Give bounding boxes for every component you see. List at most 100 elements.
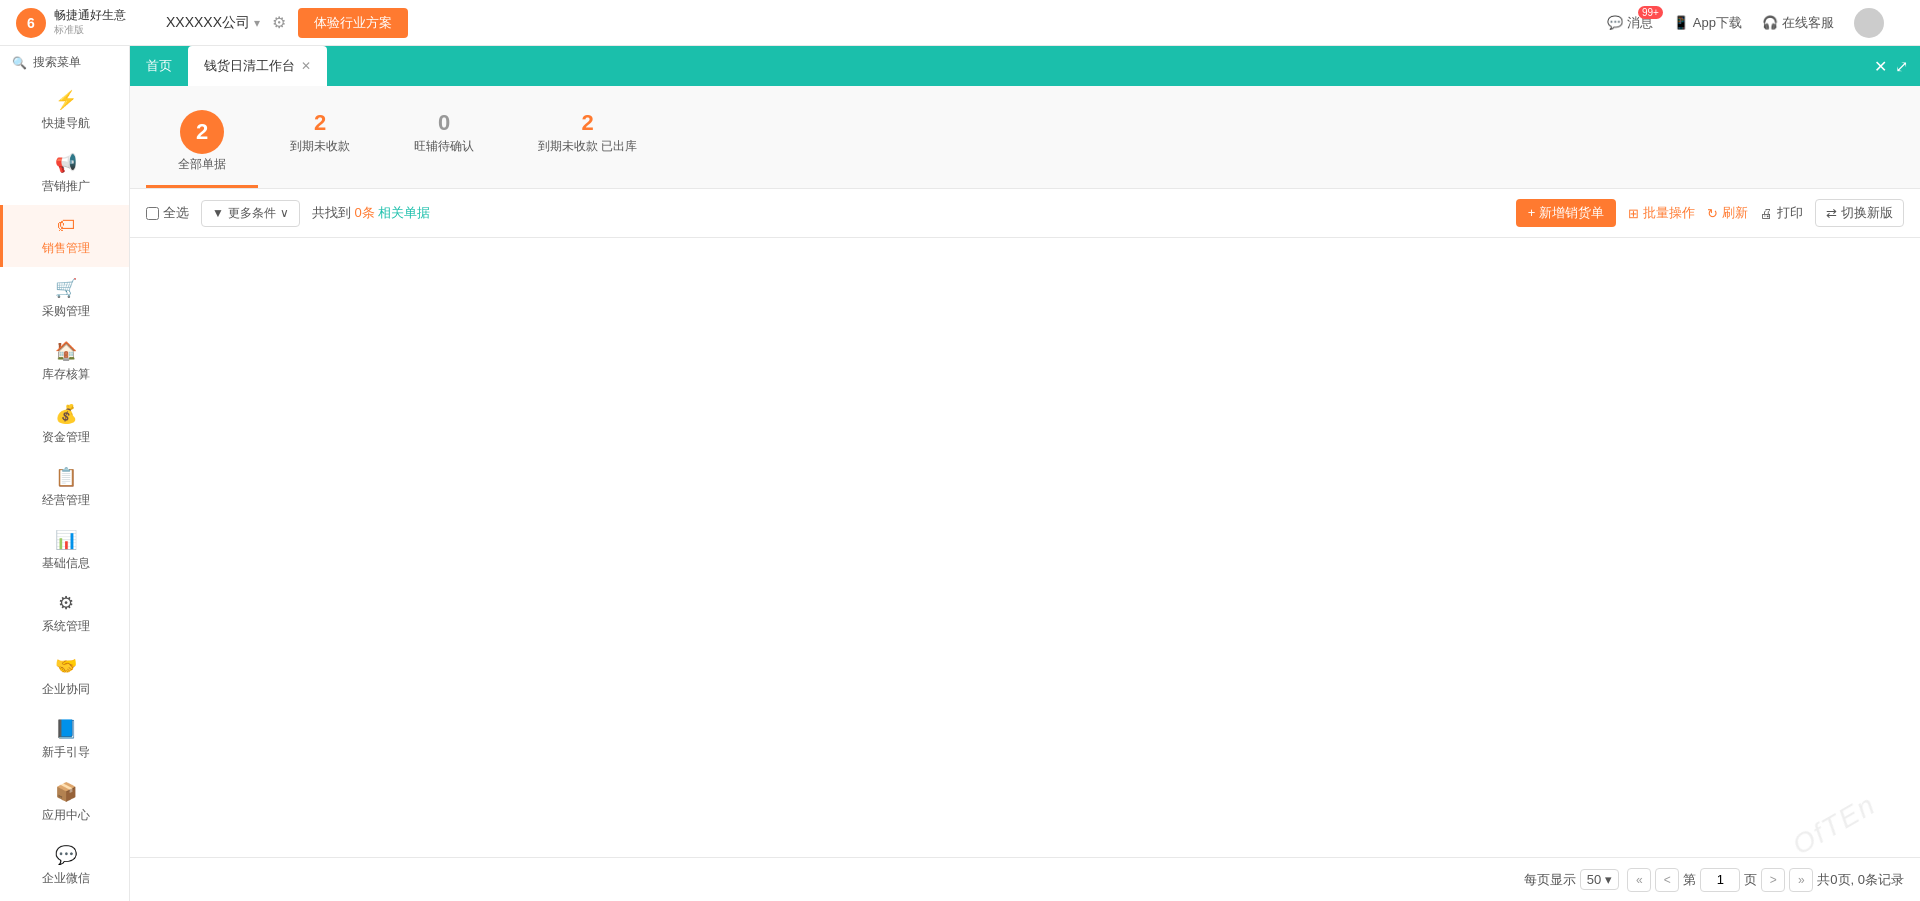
sidebar-item-member[interactable]: V畅会员	[0, 897, 129, 901]
batch-icon: ⊞	[1628, 206, 1639, 221]
print-icon: 🖨	[1760, 206, 1773, 221]
tab-close-1[interactable]: ✕	[301, 59, 311, 73]
chevron-down-icon: ▾	[254, 16, 260, 30]
search-icon: 🔍	[12, 56, 27, 70]
chevron-down-icon: ∨	[280, 206, 289, 220]
select-all-checkbox[interactable]: 全选	[146, 204, 189, 222]
trial-button[interactable]: 体验行业方案	[298, 8, 408, 38]
first-page-button[interactable]: «	[1627, 868, 1651, 892]
app-center-icon: 📦	[55, 781, 77, 803]
sidebar-item-basic-info[interactable]: 📊基础信息	[0, 519, 129, 582]
stat-label-overdue: 到期未收款	[290, 138, 350, 155]
app-name: 畅捷通好生意	[54, 8, 126, 24]
sidebar-item-operations[interactable]: 📋经营管理	[0, 456, 129, 519]
sidebar-item-finance[interactable]: 💰资金管理	[0, 393, 129, 456]
tab-item-1[interactable]: 钱货日清工作台 ✕	[188, 46, 327, 86]
sidebar-item-quick-nav[interactable]: ⚡快捷导航	[0, 79, 129, 142]
page-size-select-box[interactable]: 50 ▾	[1580, 869, 1619, 890]
online-service-action[interactable]: 🎧 在线客服	[1762, 14, 1834, 32]
switch-label: 切换新版	[1841, 204, 1893, 222]
app-version: 标准版	[54, 23, 126, 37]
stat-tab-all[interactable]: 2 全部单据	[146, 102, 258, 188]
filter-label: 更多条件	[228, 205, 276, 222]
last-page-button[interactable]: »	[1789, 868, 1813, 892]
message-action[interactable]: 💬 消息 99+	[1607, 14, 1653, 32]
page-size-selector: 每页显示 50 ▾	[1524, 869, 1619, 890]
select-all-input[interactable]	[146, 207, 159, 220]
select-all-label: 全选	[163, 204, 189, 222]
company-selector[interactable]: XXXXXX公司 ▾	[166, 14, 260, 32]
sidebar-label-finance: 资金管理	[42, 429, 90, 446]
tab-bar: 首页 钱货日清工作台 ✕ ✕ ⤢	[130, 46, 1920, 86]
sidebar-item-weixin[interactable]: 💬企业微信	[0, 834, 129, 897]
tab-bar-actions: ✕ ⤢	[1874, 57, 1920, 76]
expand-icon[interactable]: ⤢	[1895, 57, 1908, 76]
app-download-label: App下载	[1693, 14, 1742, 32]
stat-number-wangpu: 0	[438, 110, 450, 136]
refresh-button[interactable]: ↻ 刷新	[1707, 204, 1748, 222]
sidebar-label-purchase: 采购管理	[42, 303, 90, 320]
sidebar-label-cooperation: 企业协同	[42, 681, 90, 698]
next-page-button[interactable]: >	[1761, 868, 1785, 892]
search-menu[interactable]: 🔍 搜索菜单	[0, 46, 129, 79]
settings-icon[interactable]: ⚙	[272, 13, 286, 32]
print-label: 打印	[1777, 204, 1803, 222]
sidebar-item-inventory[interactable]: 🏠库存核算	[0, 330, 129, 393]
cooperation-icon: 🤝	[55, 655, 77, 677]
stat-number-all: 2	[180, 110, 224, 154]
sidebar-item-marketing[interactable]: 📢营销推广	[0, 142, 129, 205]
stat-tab-wangpu[interactable]: 0旺辅待确认	[382, 102, 506, 188]
sidebar-item-cooperation[interactable]: 🤝 企业协同	[0, 645, 129, 708]
close-all-tabs-icon[interactable]: ✕	[1874, 57, 1887, 76]
quick-nav-icon: ⚡	[55, 89, 77, 111]
top-header: 6 畅捷通好生意 标准版 XXXXXX公司 ▾ ⚙ 体验行业方案 💬 消息 99…	[0, 0, 1920, 46]
stat-tab-overdue[interactable]: 2到期未收款	[258, 102, 382, 188]
print-button[interactable]: 🖨 打印	[1760, 204, 1803, 222]
stat-label-all: 全部单据	[178, 156, 226, 173]
avatar[interactable]	[1854, 8, 1884, 38]
tab-label-1: 钱货日清工作台	[204, 57, 295, 75]
sidebar-item-app-center[interactable]: 📦 应用中心	[0, 771, 129, 834]
filter-button[interactable]: ▼ 更多条件 ∨	[201, 200, 300, 227]
batch-operation-button[interactable]: ⊞ 批量操作	[1628, 204, 1695, 222]
stat-tab-overdue-shipped[interactable]: 2到期未收款 已出库	[506, 102, 669, 188]
total-records: 共0页, 0条记录	[1817, 871, 1904, 889]
app-download-icon: 📱	[1673, 15, 1689, 30]
current-page-input[interactable]	[1700, 868, 1740, 892]
switch-icon: ⇄	[1826, 206, 1837, 221]
operations-icon: 📋	[55, 466, 77, 488]
page-navigation: « < 第 页 > » 共0页, 0条记录	[1627, 868, 1904, 892]
prev-page-button[interactable]: <	[1655, 868, 1679, 892]
sidebar-item-purchase[interactable]: 🛒采购管理	[0, 267, 129, 330]
main-content: 2全部单据2到期未收款0旺辅待确认2到期未收款 已出库 全选 ▼ 更多条件 ∨ …	[130, 86, 1920, 901]
sidebar-item-sales[interactable]: 🏷 销售管理	[0, 205, 129, 267]
content-area: 2全部单据2到期未收款0旺辅待确认2到期未收款 已出库 全选 ▼ 更多条件 ∨ …	[130, 86, 1920, 901]
tab-label-0: 首页	[146, 57, 172, 75]
basic-info-icon: 📊	[55, 529, 77, 551]
company-name: XXXXXX公司	[166, 14, 250, 32]
header-right: 💬 消息 99+ 📱 App下载 🎧 在线客服	[1607, 8, 1904, 38]
page-label: 第	[1683, 871, 1696, 889]
page-suffix: 页	[1744, 871, 1757, 889]
sidebar-label-app-center: 应用中心	[42, 807, 90, 824]
sales-icon: 🏷	[57, 215, 75, 236]
found-count: 0条	[355, 205, 375, 220]
filter-icon: ▼	[212, 206, 224, 220]
tab-item-0[interactable]: 首页	[130, 46, 188, 86]
message-badge: 99+	[1638, 6, 1663, 19]
chevron-down-icon: ▾	[1605, 872, 1612, 887]
pagination: 每页显示 50 ▾ « < 第 页 > » 共0页, 0条记录	[130, 857, 1920, 901]
system-icon: ⚙	[58, 592, 74, 614]
found-link[interactable]: 相关单据	[378, 205, 430, 220]
switch-version-button[interactable]: ⇄ 切换新版	[1815, 199, 1904, 227]
sidebar-label-guide: 新手引导	[42, 744, 90, 761]
logo-area: 6 畅捷通好生意 标准版	[16, 8, 146, 38]
add-sale-order-button[interactable]: + 新增销货单	[1516, 199, 1616, 227]
weixin-icon: 💬	[55, 844, 77, 866]
sidebar-item-system[interactable]: ⚙系统管理	[0, 582, 129, 645]
stats-tabs: 2 全部单据 2到期未收款0旺辅待确认2到期未收款 已出库	[130, 86, 1920, 189]
sidebar-label-sales: 销售管理	[42, 240, 90, 257]
sidebar-item-guide[interactable]: 📘新手引导	[0, 708, 129, 771]
app-download-action[interactable]: 📱 App下载	[1673, 14, 1742, 32]
app-logo-icon: 6	[16, 8, 46, 38]
